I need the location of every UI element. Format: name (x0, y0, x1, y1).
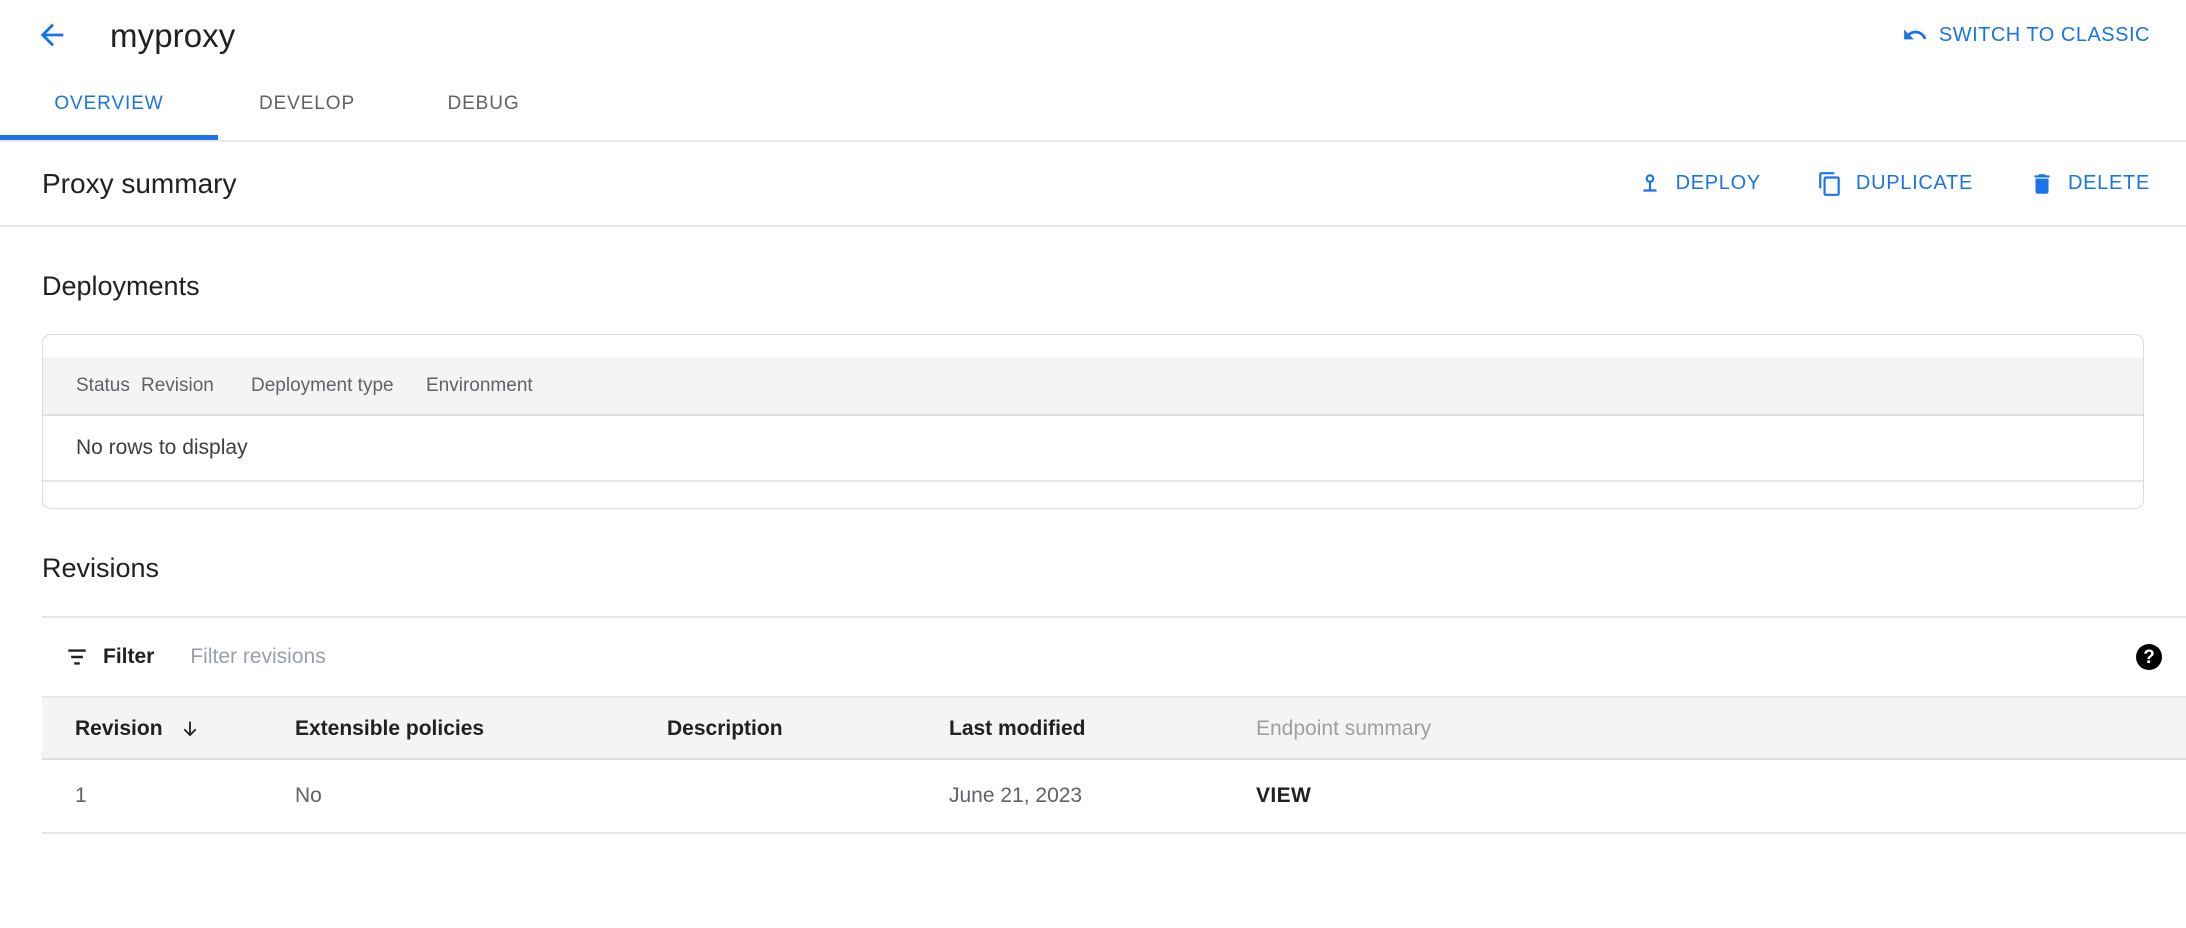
column-header-status[interactable]: Status (43, 357, 141, 415)
deployments-table: Status Revision Deployment type Environm… (43, 357, 2143, 482)
column-header-description[interactable]: Description (667, 697, 949, 759)
column-header-deployment-type[interactable]: Deployment type (251, 357, 426, 415)
sort-descending-arrow-icon (179, 718, 201, 740)
help-question-icon[interactable]: ? (2136, 644, 2162, 670)
arrow-back-icon (35, 18, 69, 52)
duplicate-copy-icon (1817, 171, 1843, 197)
revisions-table: Revision Extensible policies Description… (42, 696, 2186, 834)
cell-last-modified: June 21, 2023 (949, 759, 1256, 833)
tab-debug-label: DEBUG (447, 93, 519, 115)
duplicate-label: DUPLICATE (1856, 172, 1973, 195)
proxy-summary-title: Proxy summary (42, 168, 236, 200)
back-button[interactable] (30, 13, 74, 57)
tab-overview[interactable]: OVERVIEW (0, 70, 218, 138)
cell-description (667, 759, 949, 833)
column-header-endpoint-summary[interactable]: Endpoint summary (1256, 697, 2186, 759)
revisions-header-row: Revision Extensible policies Description… (42, 697, 2186, 759)
column-header-environment[interactable]: Environment (426, 357, 2143, 415)
delete-label: DELETE (2068, 172, 2150, 195)
page-title: myproxy (110, 19, 235, 52)
top-bar-actions: SWITCH TO CLASSIC (1902, 22, 2186, 48)
column-header-revision[interactable]: Revision (42, 697, 295, 759)
revisions-filter-row: Filter ? (42, 618, 2186, 696)
tab-develop[interactable]: DEVELOP (218, 70, 396, 138)
column-header-revision-label: Revision (75, 717, 163, 741)
filter-list-icon (64, 644, 90, 670)
filter-button[interactable]: Filter (64, 644, 154, 670)
revisions-panel: Filter ? Revision (42, 616, 2144, 834)
delete-trash-icon (2029, 171, 2055, 197)
revisions-table-body: 1 No June 21, 2023 VIEW (42, 759, 2186, 833)
delete-button[interactable]: DELETE (2029, 171, 2150, 197)
revisions-heading: Revisions (42, 555, 2144, 582)
column-header-extensible-policies[interactable]: Extensible policies (295, 697, 667, 759)
main-content: Deployments Status Revision Deployment t… (0, 273, 2186, 834)
deploy-button[interactable]: DEPLOY (1637, 171, 1761, 197)
column-header-revision[interactable]: Revision (141, 357, 251, 415)
deploy-label: DEPLOY (1676, 172, 1761, 195)
deployments-header-row: Status Revision Deployment type Environm… (43, 357, 2143, 415)
proxy-summary-actions: DEPLOY DUPLICATE DELETE (1637, 171, 2150, 197)
deployments-card: Status Revision Deployment type Environm… (42, 334, 2144, 509)
proxy-summary-bar: Proxy summary DEPLOY DUPLICATE (0, 142, 2186, 227)
deployments-table-body: No rows to display (43, 415, 2143, 481)
switch-to-classic-button[interactable]: SWITCH TO CLASSIC (1902, 22, 2150, 48)
tab-bar: OVERVIEW DEVELOP DEBUG (0, 70, 2186, 142)
tab-overview-label: OVERVIEW (54, 93, 163, 115)
column-header-last-modified[interactable]: Last modified (949, 697, 1256, 759)
filter-label: Filter (103, 645, 154, 669)
duplicate-button[interactable]: DUPLICATE (1817, 171, 1973, 197)
tab-develop-label: DEVELOP (259, 93, 355, 115)
switch-to-classic-label: SWITCH TO CLASSIC (1939, 24, 2150, 47)
tab-debug[interactable]: DEBUG (396, 70, 571, 138)
table-row[interactable]: 1 No June 21, 2023 VIEW (42, 759, 2186, 833)
deployments-table-head: Status Revision Deployment type Environm… (43, 357, 2143, 415)
cell-revision: 1 (42, 759, 295, 833)
app-top-bar: myproxy SWITCH TO CLASSIC (0, 0, 2186, 70)
deploy-pin-icon (1637, 171, 1663, 197)
revisions-table-head: Revision Extensible policies Description… (42, 697, 2186, 759)
cell-extensible-policies: No (295, 759, 667, 833)
deployments-empty-message: No rows to display (43, 415, 2143, 481)
deployments-empty-row: No rows to display (43, 415, 2143, 481)
deployments-heading: Deployments (42, 273, 2144, 300)
view-endpoint-summary-link[interactable]: VIEW (1256, 759, 2186, 833)
undo-arrow-icon (1902, 22, 1928, 48)
filter-revisions-input[interactable] (188, 644, 808, 670)
